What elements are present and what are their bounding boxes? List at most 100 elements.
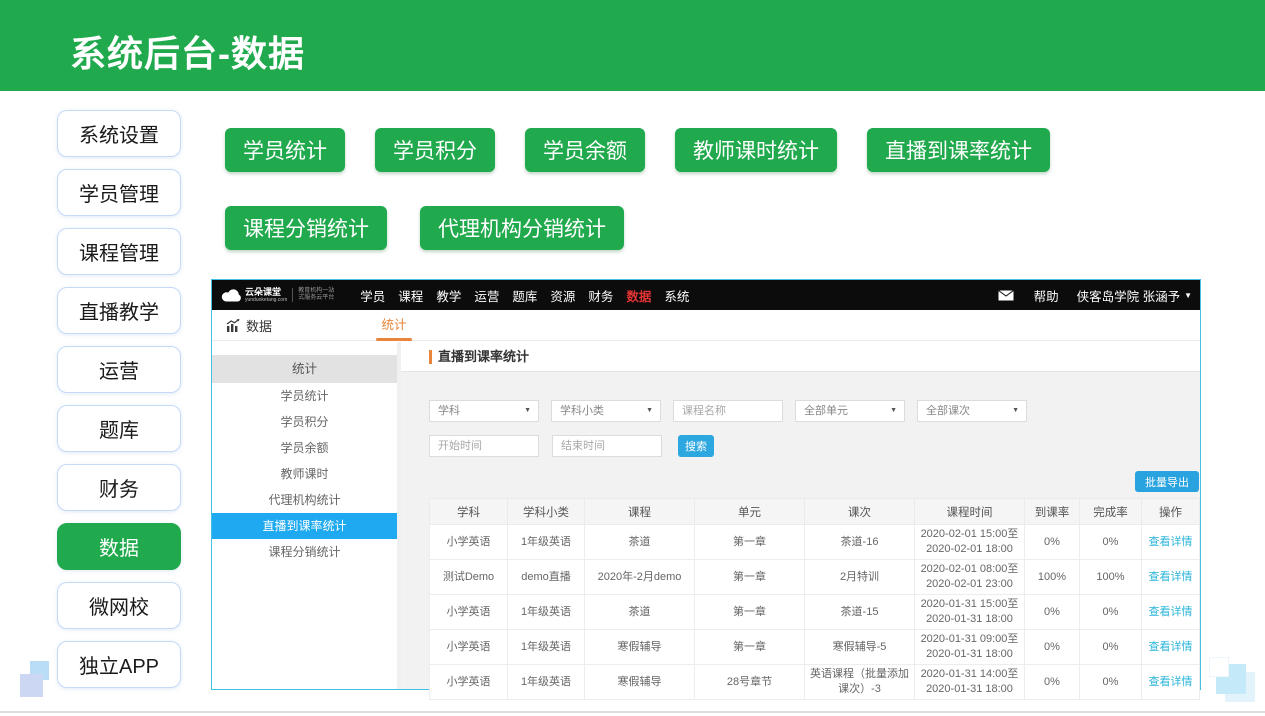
side-menu-item[interactable]: 直播到课率统计 (212, 513, 397, 539)
cell-attendance-rate: 100% (1025, 560, 1080, 595)
table-row: 小学英语 1年级英语 茶道 第一章 茶道-16 2020-02-01 15:00… (430, 525, 1200, 560)
sidebar-item[interactable]: 题库 (57, 405, 181, 452)
side-menu-item[interactable]: 教师课时 (212, 461, 397, 487)
table-header-cell: 学科小类 (508, 499, 585, 525)
cell-subject: 小学英语 (430, 665, 508, 700)
brand-tagline: 教育机构一站 式服务云平台 (298, 288, 334, 302)
course-name-input[interactable] (673, 400, 783, 422)
unit-select[interactable]: 全部单元 ▼ (795, 400, 905, 422)
statistics-main-panel: 直播到课率统计 学科 ▼ 学科小类 ▼ 全部单元 ▼ (401, 342, 1200, 689)
sidebar-item[interactable]: 课程管理 (57, 228, 181, 275)
subject-select[interactable]: 学科 ▼ (429, 400, 539, 422)
nav-menu-item[interactable]: 资源 (550, 286, 575, 305)
nav-menu-item[interactable]: 运营 (474, 286, 499, 305)
cell-unit: 第一章 (695, 630, 805, 665)
tab-statistics[interactable]: 统计 (374, 310, 414, 341)
quick-button[interactable]: 课程分销统计 (225, 206, 387, 250)
sidebar-item[interactable]: 数据 (57, 523, 181, 570)
sidebar-item[interactable]: 系统设置 (57, 110, 181, 157)
side-menu-item[interactable]: 课程分销统计 (212, 539, 397, 565)
view-detail-link[interactable]: 查看详情 (1149, 606, 1193, 618)
cell-course: 寒假辅导 (585, 665, 695, 700)
sidebar-item[interactable]: 财务 (57, 464, 181, 511)
start-time-input[interactable] (429, 435, 539, 457)
table-row: 测试Demo demo直播 2020年-2月demo 第一章 2月特训 2020… (430, 560, 1200, 595)
nav-menu-item[interactable]: 学员 (360, 286, 385, 305)
quick-button[interactable]: 学员余额 (525, 128, 645, 172)
view-detail-link[interactable]: 查看详情 (1149, 571, 1193, 583)
subject-subcategory-select[interactable]: 学科小类 ▼ (551, 400, 661, 422)
admin-navbar: 云朵课堂 yunduoketang.com 教育机构一站 式服务云平台 学员 课… (212, 280, 1200, 310)
batch-export-button[interactable]: 批量导出 (1135, 471, 1199, 492)
cell-attendance-rate: 0% (1025, 665, 1080, 700)
admin-screenshot: 云朵课堂 yunduoketang.com 教育机构一站 式服务云平台 学员 课… (211, 279, 1201, 690)
cell-action: 查看详情 (1142, 525, 1200, 560)
cell-subcategory: 1年级英语 (508, 595, 585, 630)
table-header-cell: 课次 (805, 499, 915, 525)
side-menu-item[interactable]: 学员余额 (212, 435, 397, 461)
cell-subcategory: 1年级英语 (508, 525, 585, 560)
end-time-input[interactable] (552, 435, 662, 457)
view-detail-link[interactable]: 查看详情 (1149, 536, 1193, 548)
title-accent-bar (429, 350, 432, 364)
cell-course: 寒假辅导 (585, 630, 695, 665)
cell-lesson: 茶道-15 (805, 595, 915, 630)
mail-icon[interactable] (998, 290, 1014, 301)
side-menu-item[interactable]: 学员积分 (212, 409, 397, 435)
cell-completion-rate: 0% (1080, 595, 1142, 630)
table-row: 小学英语 1年级英语 茶道 第一章 茶道-15 2020-01-31 15:00… (430, 595, 1200, 630)
nav-menu-item[interactable]: 数据 (626, 286, 651, 305)
quick-buttons: 学员统计 学员积分 学员余额 教师课时统计 直播到课率统计 课程分销统计 代理机… (225, 128, 1050, 284)
subnav-section: 数据 (226, 310, 272, 341)
view-detail-link[interactable]: 查看详情 (1149, 676, 1193, 688)
main-sidebar: 系统设置 学员管理 课程管理 直播教学 运营 题库 财务 数据 微网校 独立AP… (57, 110, 181, 688)
decoration-square (1209, 657, 1229, 677)
account-menu[interactable]: 侠客岛学院 张涵予 (1077, 286, 1180, 305)
table-header-cell: 单元 (695, 499, 805, 525)
search-button[interactable]: 搜索 (678, 435, 714, 457)
sidebar-item[interactable]: 学员管理 (57, 169, 181, 216)
side-menu-header: 统计 (212, 355, 397, 383)
quick-button[interactable]: 直播到课率统计 (867, 128, 1050, 172)
sidebar-item[interactable]: 运营 (57, 346, 181, 393)
page: 系统后台-数据 系统设置 学员管理 课程管理 直播教学 运营 题库 财务 数据 … (0, 0, 1265, 716)
help-link[interactable]: 帮助 (1034, 286, 1059, 305)
side-menu-item[interactable]: 学员统计 (212, 383, 397, 409)
nav-menu-item[interactable]: 课程 (398, 286, 423, 305)
cell-action: 查看详情 (1142, 665, 1200, 700)
lesson-select[interactable]: 全部课次 ▼ (917, 400, 1027, 422)
cloud-icon (220, 289, 242, 302)
cell-course: 茶道 (585, 595, 695, 630)
table-header-cell: 操作 (1142, 499, 1200, 525)
cell-lesson: 寒假辅导-5 (805, 630, 915, 665)
nav-menu-item[interactable]: 教学 (436, 286, 461, 305)
select-arrow-icon: ▼ (1012, 401, 1019, 421)
nav-menu-item[interactable]: 系统 (664, 286, 689, 305)
side-menu-item[interactable]: 代理机构统计 (212, 487, 397, 513)
select-arrow-icon: ▼ (524, 401, 531, 421)
sidebar-item[interactable]: 微网校 (57, 582, 181, 629)
sidebar-item[interactable]: 直播教学 (57, 287, 181, 334)
side-menu-items: 学员统计 学员积分 学员余额 教师课时 代理机构统计 直播到课率统计 课程分销统… (212, 383, 397, 565)
subnav-section-label: 数据 (246, 316, 272, 335)
cell-lesson: 英语课程（批量添加课次）-3 (805, 665, 915, 700)
brand-logo: 云朵课堂 yunduoketang.com 教育机构一站 式服务云平台 (220, 287, 334, 303)
admin-subnav: 数据 统计 (212, 310, 1200, 341)
page-bottom-divider (0, 711, 1265, 713)
caret-down-icon[interactable]: ▼ (1184, 291, 1192, 300)
cell-action: 查看详情 (1142, 595, 1200, 630)
admin-nav-menu: 学员 课程 教学 运营 题库 资源 财务 数据 系统 (360, 286, 689, 305)
sidebar-item[interactable]: 独立APP (57, 641, 181, 688)
nav-menu-item[interactable]: 题库 (512, 286, 537, 305)
cell-attendance-rate: 0% (1025, 630, 1080, 665)
panel-title-bar: 直播到课率统计 (401, 342, 1200, 372)
view-detail-link[interactable]: 查看详情 (1149, 641, 1193, 653)
table-row: 小学英语 1年级英语 寒假辅导 第一章 寒假辅导-5 2020-01-31 09… (430, 630, 1200, 665)
brand-divider (292, 288, 293, 302)
quick-button[interactable]: 代理机构分销统计 (420, 206, 624, 250)
quick-button[interactable]: 学员统计 (225, 128, 345, 172)
quick-button[interactable]: 教师课时统计 (675, 128, 837, 172)
quick-button[interactable]: 学员积分 (375, 128, 495, 172)
filter-row-1: 学科 ▼ 学科小类 ▼ 全部单元 ▼ 全部课次 ▼ (429, 400, 1027, 422)
nav-menu-item[interactable]: 财务 (588, 286, 613, 305)
